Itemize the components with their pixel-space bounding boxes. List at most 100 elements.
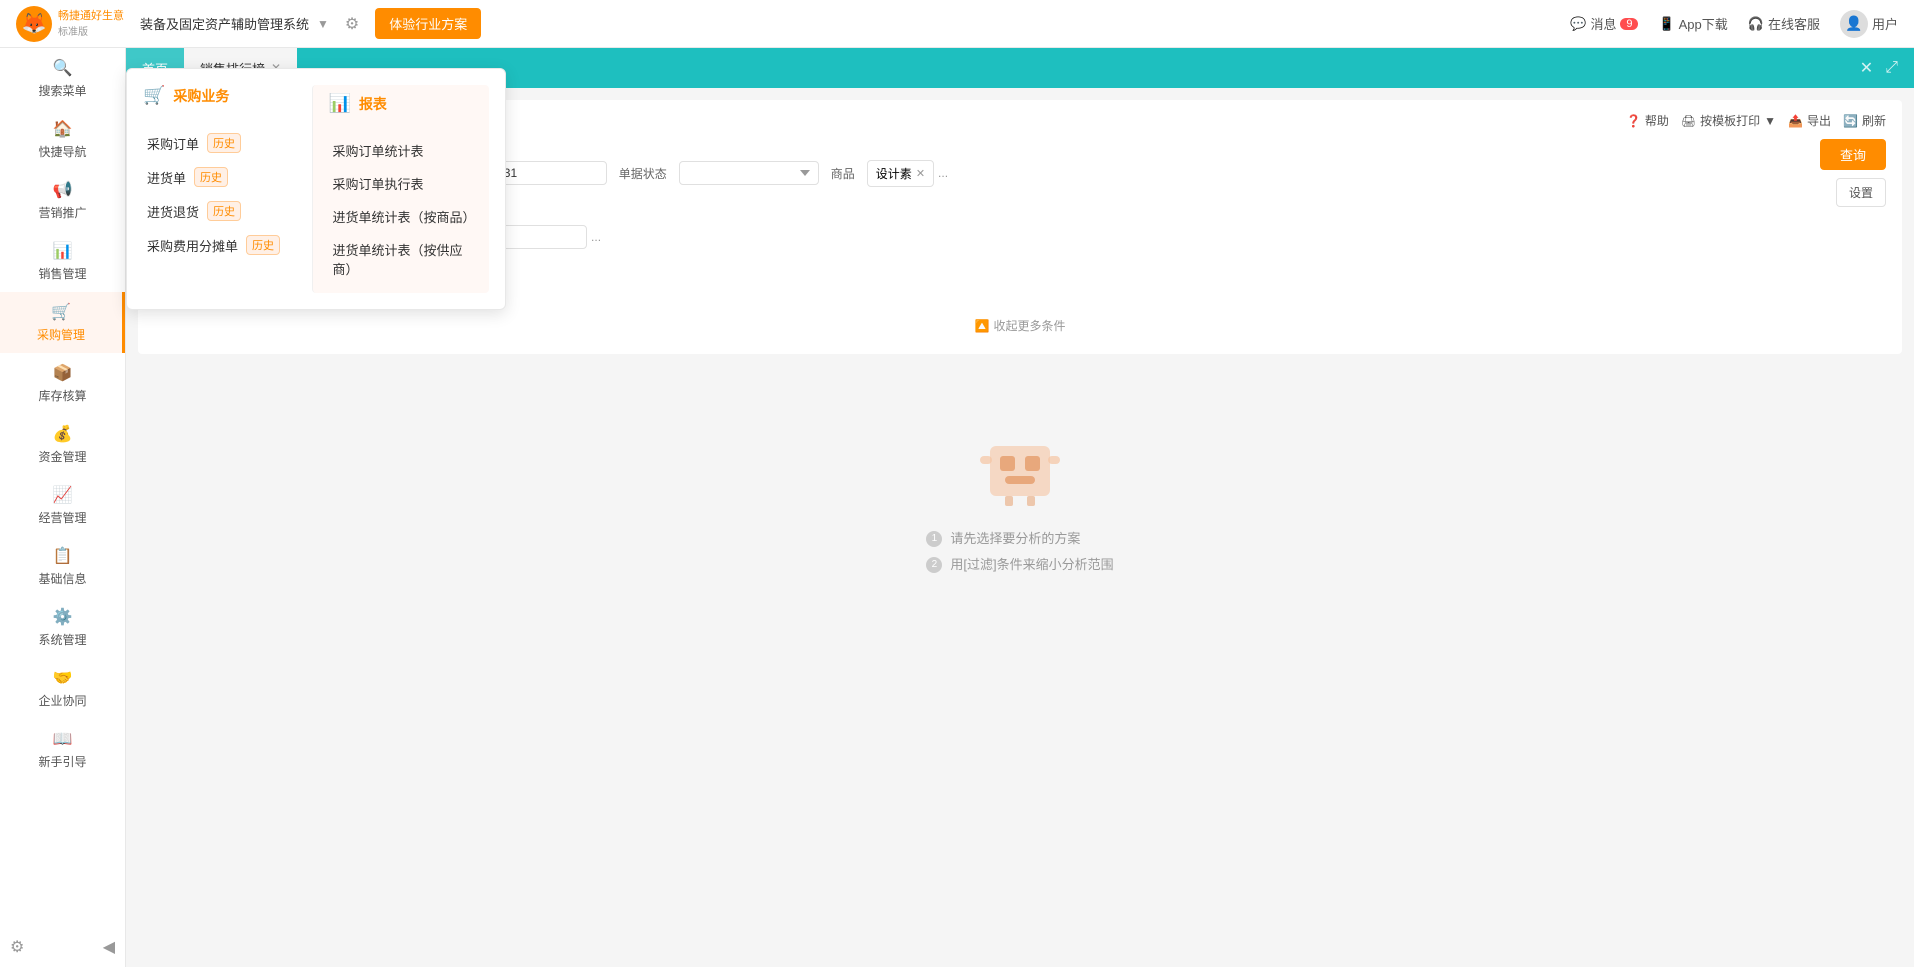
tab-maximize-btn[interactable]: ⤢ (1881, 55, 1902, 81)
dropdown-item-return[interactable]: 进货退货 历史 (143, 194, 296, 228)
refresh-btn[interactable]: 🔄 刷新 (1843, 112, 1886, 129)
enterprise-icon: 🤝 (53, 668, 73, 688)
history-badge-purchase-order: 历史 (207, 133, 241, 153)
sidebar-item-finance[interactable]: 💰 资金管理 (0, 414, 125, 475)
logo-sub: 标准版 (58, 23, 124, 38)
sys-dropdown-arrow[interactable]: ▼ (317, 17, 329, 31)
logo-area: 🦊 畅捷通好生意 标准版 (16, 6, 124, 42)
status-label: 单据状态 (619, 165, 667, 182)
dropdown-item-order-stat[interactable]: 采购订单统计表 (329, 134, 482, 167)
user-label: 用户 (1872, 14, 1898, 33)
sidebar-label-enterprise: 企业协同 (38, 692, 86, 709)
messages-label: 消息 (1590, 14, 1616, 33)
empty-state: 1 请先选择要分析的方案 2 用[过滤]条件来缩小分析范围 (138, 366, 1902, 638)
collapse-btn[interactable]: 🔼 收起更多条件 (154, 309, 1886, 342)
sidebar-label-purchase: 采购管理 (37, 326, 85, 343)
goods-tag-close-btn[interactable]: ✕ (916, 167, 925, 180)
history-badge-inbound: 历史 (194, 167, 228, 187)
purchase-col: 🛒 采购业务 采购订单 历史 进货单 历史 进货退货 历史 (143, 85, 296, 293)
goods-tag: 设计素 ✕ (867, 160, 934, 187)
report-col-icon: 📊 (329, 93, 351, 114)
inventory-icon: 📦 (53, 363, 73, 383)
sidebar-item-quick-nav[interactable]: 🏠 快捷导航 (0, 109, 125, 170)
headset-icon: 🎧 (1748, 16, 1764, 32)
refresh-icon: 🔄 (1843, 114, 1858, 128)
app-download-label: App下载 (1679, 14, 1728, 33)
query-btn[interactable]: 查询 (1820, 139, 1886, 170)
help-icon: ❓ (1626, 114, 1641, 128)
sidebar-collapse-icon[interactable]: ◀ (103, 937, 115, 957)
search-icon: 🔍 (53, 58, 73, 78)
dropdown-item-purchase-order[interactable]: 采购订单 历史 (143, 126, 296, 160)
marketing-icon: 📢 (53, 180, 73, 200)
order-exec-label: 采购订单执行表 (333, 174, 424, 193)
help-btn[interactable]: ❓ 帮助 (1626, 112, 1669, 129)
logo-icon: 🦊 (16, 6, 52, 42)
dropdown-item-inbound-stat-goods[interactable]: 进货单统计表（按商品） (329, 200, 482, 233)
goods-more[interactable]: ... (938, 166, 948, 180)
messages-btn[interactable]: 💬 消息 9 (1570, 14, 1638, 33)
print-template-btn[interactable]: 🖨 按模板打印 ▼ (1681, 112, 1776, 129)
purchase-icon: 🛒 (51, 302, 71, 322)
sidebar-label-guide: 新手引导 (38, 753, 86, 770)
sidebar-item-purchase[interactable]: 🛒 采购管理 (0, 292, 125, 353)
finance-icon: 💰 (53, 424, 73, 444)
purchase-col-icon: 🛒 (143, 85, 165, 106)
status-select[interactable] (679, 161, 819, 185)
salesperson-more[interactable]: ... (591, 230, 601, 244)
online-service-btn[interactable]: 🎧 在线客服 (1748, 14, 1820, 33)
collapse-icon: 🔼 (975, 319, 990, 333)
industry-btn[interactable]: 体验行业方案 (375, 8, 481, 39)
phone-icon: 📱 (1658, 16, 1674, 32)
export-btn[interactable]: 📤 导出 (1788, 112, 1831, 129)
empty-illustration (970, 426, 1070, 506)
goods-label: 商品 (831, 165, 855, 182)
sales-icon: 📊 (53, 241, 73, 261)
tab-minimize-btn[interactable]: ✕ (1856, 54, 1877, 82)
empty-step-1: 1 请先选择要分析的方案 (926, 526, 1113, 552)
sidebar-item-guide[interactable]: 📖 新手引导 (0, 719, 125, 780)
sidebar-label-sales: 销售管理 (38, 265, 86, 282)
inbound-stat-goods-label: 进货单统计表（按商品） (333, 207, 476, 226)
system-icon: ⚙️ (53, 607, 73, 627)
inbound-stat-supplier-label: 进货单统计表（按供应商） (333, 240, 478, 278)
order-stat-label: 采购订单统计表 (333, 141, 424, 160)
empty-step-2: 2 用[过滤]条件来缩小分析范围 (926, 552, 1113, 578)
settings-btn[interactable]: 设置 (1836, 178, 1886, 207)
top-right: 💬 消息 9 📱 App下载 🎧 在线客服 👤 用户 (1570, 10, 1898, 38)
home-icon: 🏠 (53, 119, 73, 139)
return-label: 进货退货 (147, 202, 199, 221)
sidebar: 🔍 搜索菜单 🏠 快捷导航 📢 营销推广 📊 销售管理 🛒 采购管理 📦 (0, 48, 126, 967)
export-icon: 📤 (1788, 114, 1803, 128)
purchase-dropdown-menu: 🛒 采购业务 采购订单 历史 进货单 历史 进货退货 历史 (126, 68, 506, 310)
dropdown-item-order-exec[interactable]: 采购订单执行表 (329, 167, 482, 200)
dropdown-item-expense[interactable]: 采购费用分摊单 历史 (143, 228, 296, 262)
sidebar-item-inventory[interactable]: 📦 库存核算 (0, 353, 125, 414)
sidebar-label-marketing: 营销推广 (38, 204, 86, 221)
operations-icon: 📈 (53, 485, 73, 505)
logo-text: 畅捷通好生意 (58, 9, 124, 23)
sidebar-item-basic-info[interactable]: 📋 基础信息 (0, 536, 125, 597)
sidebar-label-system: 系统管理 (38, 631, 86, 648)
user-avatar: 👤 (1840, 10, 1868, 38)
dropdown-item-inbound[interactable]: 进货单 历史 (143, 160, 296, 194)
sidebar-settings-icon[interactable]: ⚙ (10, 937, 24, 957)
sidebar-item-system[interactable]: ⚙️ 系统管理 (0, 597, 125, 658)
tab-right-actions: ✕ ⤢ (1856, 54, 1914, 82)
sidebar-label-operations: 经营管理 (38, 509, 86, 526)
print-icon: 🖨 (1681, 114, 1696, 128)
sys-settings-icon[interactable]: ⚙ (345, 14, 359, 34)
user-btn[interactable]: 👤 用户 (1840, 10, 1898, 38)
report-col-title-text: 报表 (359, 94, 387, 114)
report-col-title: 📊 报表 (329, 93, 482, 122)
sidebar-item-search[interactable]: 🔍 搜索菜单 (0, 48, 125, 109)
sidebar-item-operations[interactable]: 📈 经营管理 (0, 475, 125, 536)
sidebar-label-inventory: 库存核算 (38, 387, 86, 404)
sidebar-item-sales[interactable]: 📊 销售管理 (0, 231, 125, 292)
sidebar-item-marketing[interactable]: 📢 营销推广 (0, 170, 125, 231)
sidebar-item-enterprise[interactable]: 🤝 企业协同 (0, 658, 125, 719)
dropdown-item-inbound-stat-supplier[interactable]: 进货单统计表（按供应商） (329, 233, 482, 285)
online-service-label: 在线客服 (1768, 14, 1820, 33)
print-dropdown-arrow: ▼ (1764, 114, 1776, 128)
app-download-btn[interactable]: 📱 App下载 (1658, 14, 1727, 33)
